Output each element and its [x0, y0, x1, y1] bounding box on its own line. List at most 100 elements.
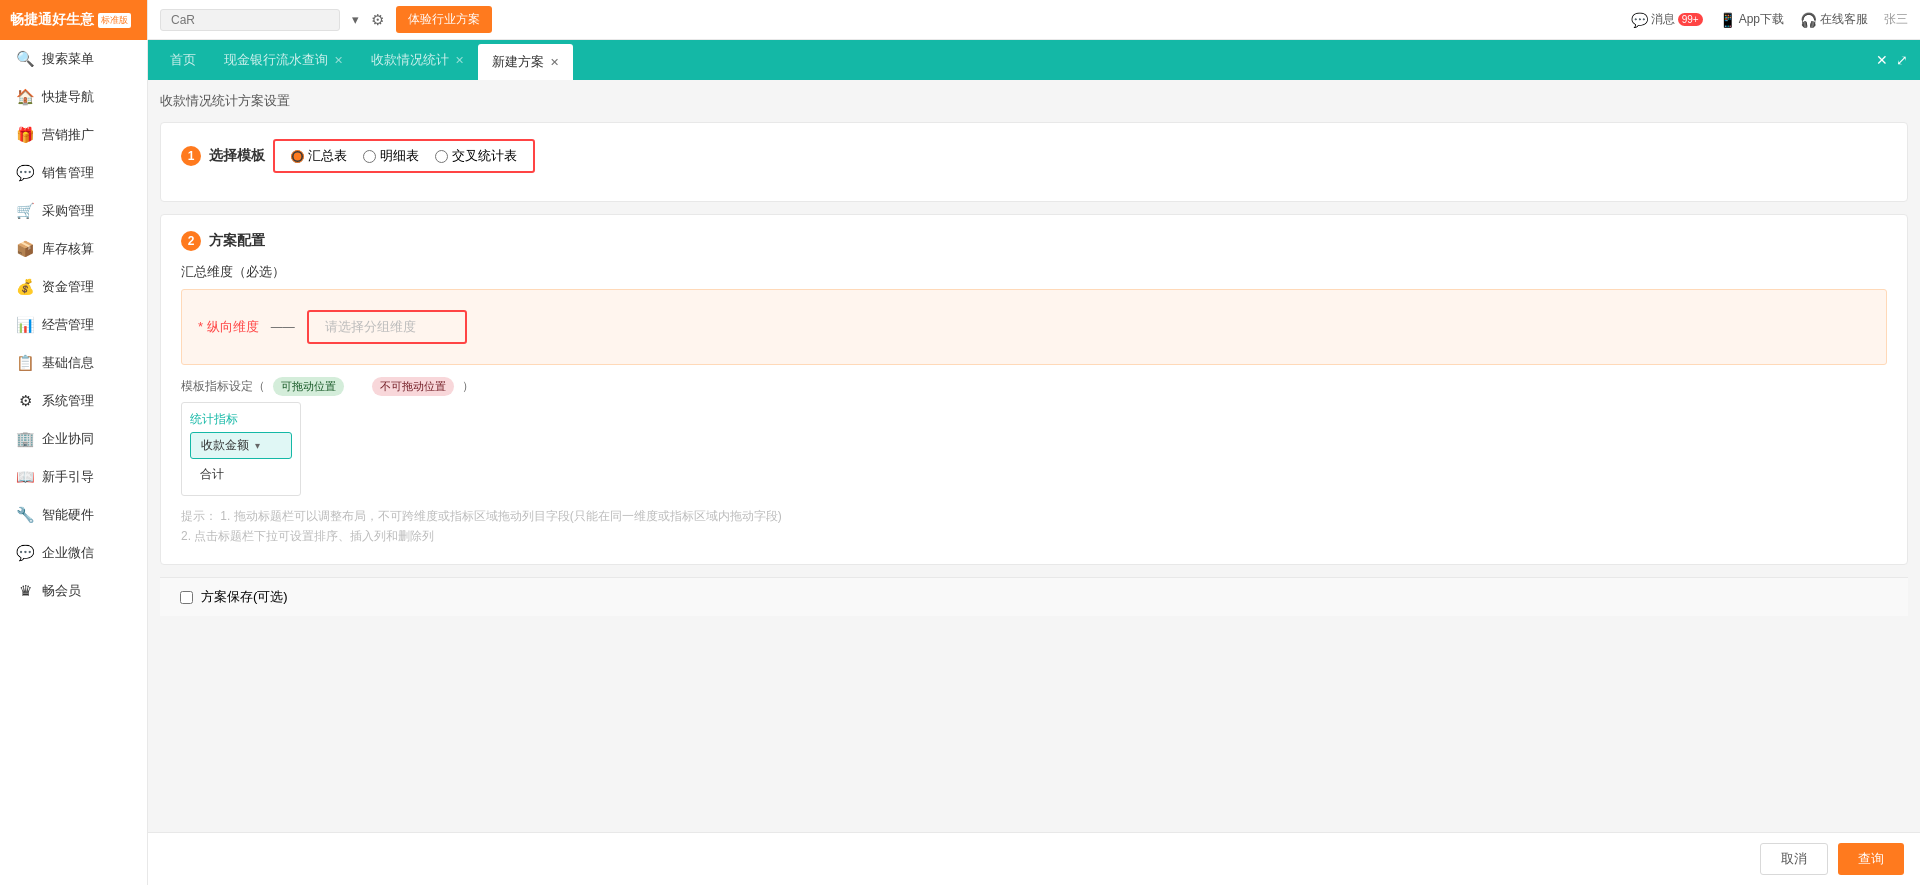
tip-2: 2. 点击标题栏下拉可设置排序、插入列和删除列	[181, 528, 1887, 545]
stats-area: 统计指标 收款金额 ▾ 合计	[181, 402, 301, 496]
finance-icon: 💰	[16, 278, 34, 296]
message-icon[interactable]: 💬 消息 99+	[1631, 11, 1703, 28]
tab-home[interactable]: 首页	[156, 40, 210, 80]
user-name: 张三	[1884, 11, 1908, 28]
vertical-dimension-row: * 纵向维度 —— 请选择分组维度	[198, 310, 1870, 344]
no-drag-badge: 不可拖动位置	[372, 377, 454, 396]
sidebar-item-search-menu[interactable]: 🔍 搜索菜单	[0, 40, 147, 78]
gear-icon[interactable]: ⚙	[371, 11, 384, 29]
sidebar-item-label: 销售管理	[42, 164, 94, 182]
sidebar-item-wechat[interactable]: 💬 企业微信	[0, 534, 147, 572]
sidebar-item-sales[interactable]: 💬 销售管理	[0, 154, 147, 192]
sidebar-item-member[interactable]: ♛ 畅会员	[0, 572, 147, 610]
close-window-icon[interactable]: ✕	[1876, 52, 1888, 68]
app-download[interactable]: 📱 App下载	[1719, 11, 1784, 28]
edition-badge: 标准版	[98, 13, 131, 28]
sidebar-item-hardware[interactable]: 🔧 智能硬件	[0, 496, 147, 534]
dimension-title: 汇总维度（必选）	[181, 263, 1887, 281]
tab-receipts-stat[interactable]: 收款情况统计 ✕	[357, 40, 478, 80]
sidebar-item-inventory[interactable]: 📦 库存核算	[0, 230, 147, 268]
template-selection-box: 汇总表 明细表 交叉统计表	[273, 139, 535, 173]
dropdown-icon[interactable]: ▾	[352, 12, 359, 27]
purchase-icon: 🛒	[16, 202, 34, 220]
step2-header: 2 方案配置	[181, 231, 1887, 251]
sidebar-item-label: 畅会员	[42, 582, 81, 600]
search-menu-icon: 🔍	[16, 50, 34, 68]
sidebar-item-label: 基础信息	[42, 354, 94, 372]
sidebar-item-label: 企业协同	[42, 430, 94, 448]
sidebar-item-system[interactable]: ⚙ 系统管理	[0, 382, 147, 420]
home-icon: 🏠	[16, 88, 34, 106]
close-tab-receipts-stat[interactable]: ✕	[455, 54, 464, 67]
radio-summary[interactable]: 汇总表	[291, 147, 347, 165]
dimension-area: * 纵向维度 —— 请选择分组维度	[181, 289, 1887, 365]
drag-badge: 可拖动位置	[273, 377, 344, 396]
tip-1: 提示： 1. 拖动标题栏可以调整布局，不可跨维度或指标区域拖动列目字段(只能在同…	[181, 508, 1887, 525]
sidebar-logo: 畅捷通好生意 标准版	[0, 0, 147, 40]
sidebar-item-label: 资金管理	[42, 278, 94, 296]
sidebar-item-label: 新手引导	[42, 468, 94, 486]
sidebar-item-label: 库存核算	[42, 240, 94, 258]
sidebar-item-marketing[interactable]: 🎁 营销推广	[0, 116, 147, 154]
message-badge: 99+	[1678, 13, 1703, 26]
tab-new-plan[interactable]: 新建方案 ✕	[478, 44, 573, 80]
inventory-icon: 📦	[16, 240, 34, 258]
guide-icon: 📖	[16, 468, 34, 486]
sidebar-item-base-info[interactable]: 📋 基础信息	[0, 344, 147, 382]
tips-section: 提示： 1. 拖动标题栏可以调整布局，不可跨维度或指标区域拖动列目字段(只能在同…	[181, 508, 1887, 545]
sidebar-item-label: 采购管理	[42, 202, 94, 220]
save-checkbox[interactable]	[180, 591, 193, 604]
tabbar: 首页 现金银行流水查询 ✕ 收款情况统计 ✕ 新建方案 ✕ ✕ ⤢	[148, 40, 1920, 80]
vertical-dim-label: * 纵向维度	[198, 318, 259, 336]
stats-tag-amount[interactable]: 收款金额 ▾	[190, 432, 292, 459]
online-service[interactable]: 🎧 在线客服	[1800, 11, 1868, 28]
gift-icon: 🎁	[16, 126, 34, 144]
step1-num: 1	[181, 146, 201, 166]
cancel-button[interactable]: 取消	[1760, 843, 1828, 875]
sidebar-item-label: 企业微信	[42, 544, 94, 562]
wechat-icon: 💬	[16, 544, 34, 562]
close-tab-new-plan[interactable]: ✕	[550, 56, 559, 69]
sidebar: 畅捷通好生意 标准版 🔍 搜索菜单 🏠 快捷导航 🎁 营销推广 💬 销售管理 🛒…	[0, 0, 148, 885]
step2-num: 2	[181, 231, 201, 251]
sidebar-item-guide[interactable]: 📖 新手引导	[0, 458, 147, 496]
step2-label: 方案配置	[209, 232, 265, 250]
step2-card: 2 方案配置 汇总维度（必选） * 纵向维度 —— 请选择分组维度	[160, 214, 1908, 565]
sidebar-item-label: 搜索菜单	[42, 50, 94, 68]
sidebar-item-purchase[interactable]: 🛒 采购管理	[0, 192, 147, 230]
sidebar-item-label: 经营管理	[42, 316, 94, 334]
sidebar-item-label: 系统管理	[42, 392, 94, 410]
tab-actions: ✕ ⤢	[1876, 40, 1912, 80]
footer: 取消 查询	[148, 832, 1920, 885]
search-input[interactable]	[160, 9, 340, 31]
operations-icon: 📊	[16, 316, 34, 334]
app-name: 畅捷通好生意	[10, 11, 94, 29]
content-area: 收款情况统计方案设置 1 选择模板 汇总表 明细表 交	[148, 80, 1920, 832]
stats-total: 合计	[190, 462, 292, 487]
sidebar-item-operations[interactable]: 📊 经营管理	[0, 306, 147, 344]
step1-label: 选择模板	[209, 147, 265, 165]
member-icon: ♛	[16, 582, 34, 600]
tab-bank-flow[interactable]: 现金银行流水查询 ✕	[210, 40, 357, 80]
stats-category: 统计指标	[190, 411, 292, 428]
system-icon: ⚙	[16, 392, 34, 410]
maximize-icon[interactable]: ⤢	[1896, 52, 1908, 68]
page-title: 收款情况统计方案设置	[160, 92, 1908, 110]
industry-btn[interactable]: 体验行业方案	[396, 6, 492, 33]
query-button[interactable]: 查询	[1838, 843, 1904, 875]
sidebar-item-label: 智能硬件	[42, 506, 94, 524]
chevron-down-icon: ▾	[255, 440, 260, 451]
radio-detail[interactable]: 明细表	[363, 147, 419, 165]
sidebar-item-enterprise[interactable]: 🏢 企业协同	[0, 420, 147, 458]
radio-cross[interactable]: 交叉统计表	[435, 147, 517, 165]
sidebar-item-finance[interactable]: 💰 资金管理	[0, 268, 147, 306]
close-tab-bank-flow[interactable]: ✕	[334, 54, 343, 67]
dimension-placeholder[interactable]: 请选择分组维度	[307, 310, 467, 344]
topbar: ▾ ⚙ 体验行业方案 💬 消息 99+ 📱 App下载 🎧 在线客服 张三	[148, 0, 1920, 40]
topbar-right: 💬 消息 99+ 📱 App下载 🎧 在线客服 张三	[1631, 11, 1908, 28]
step1-card: 1 选择模板 汇总表 明细表 交叉统计表	[160, 122, 1908, 202]
save-label[interactable]: 方案保存(可选)	[201, 588, 288, 606]
sidebar-item-quick-nav[interactable]: 🏠 快捷导航	[0, 78, 147, 116]
sidebar-item-label: 营销推广	[42, 126, 94, 144]
hardware-icon: 🔧	[16, 506, 34, 524]
